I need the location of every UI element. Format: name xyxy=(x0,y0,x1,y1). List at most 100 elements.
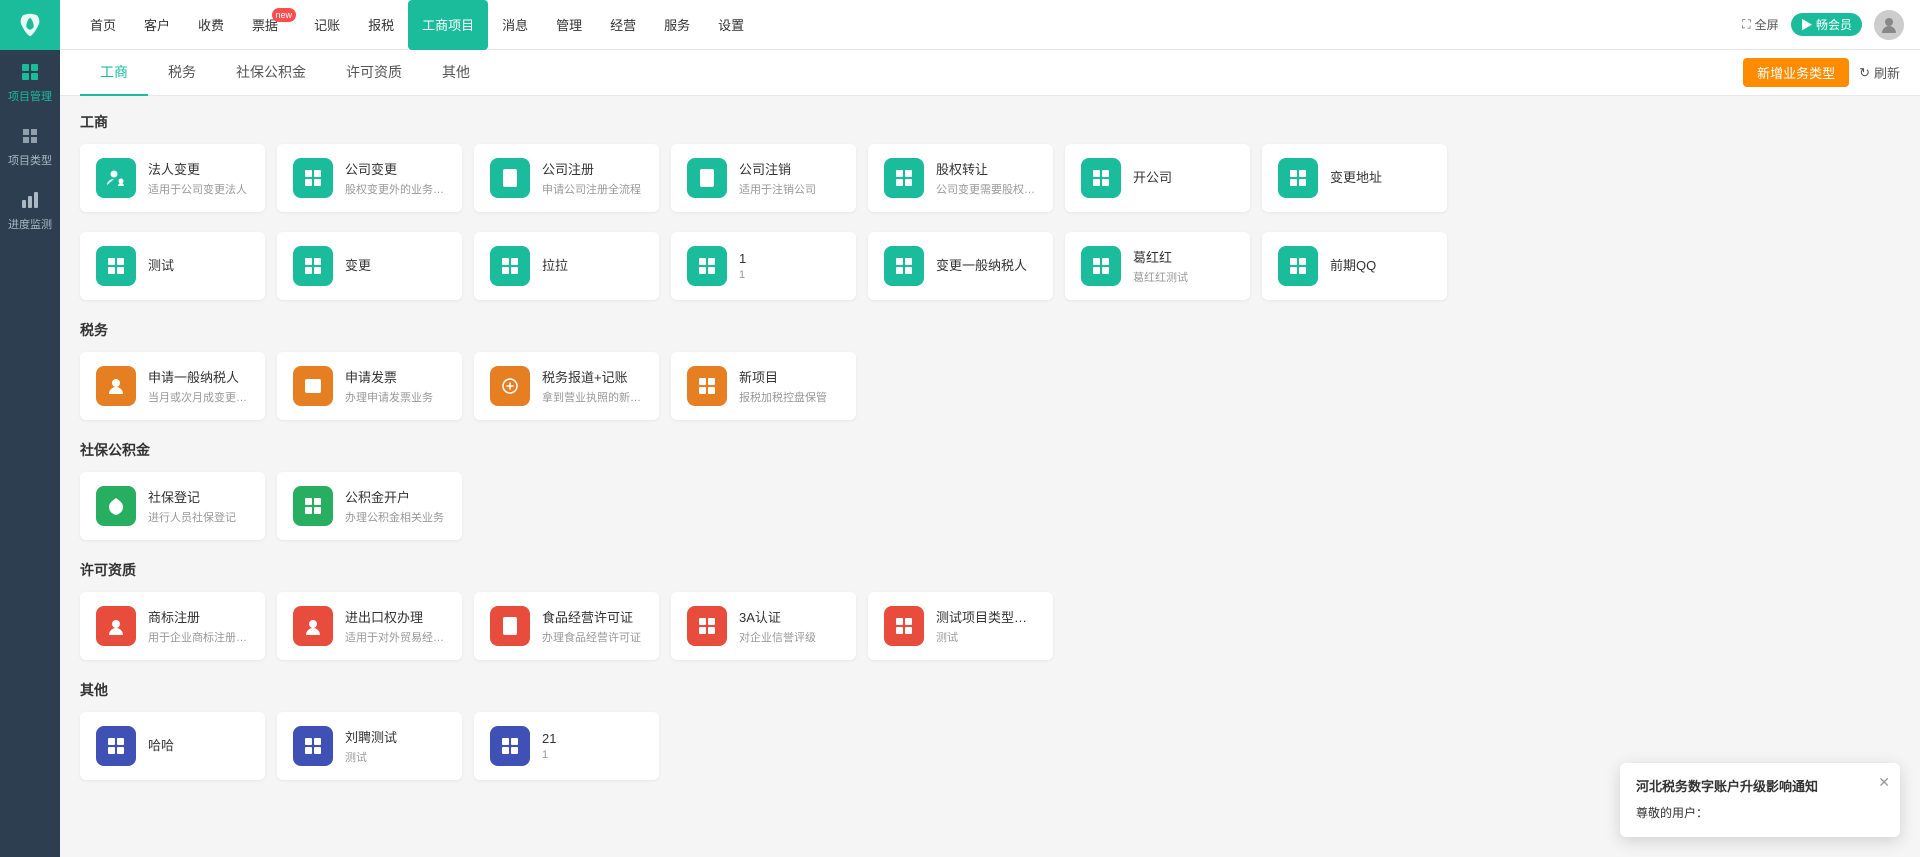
card-icon-test-type xyxy=(884,606,924,646)
card-name-apply-taxpayer: 申请一般纳税人 xyxy=(148,367,249,386)
card-change-address[interactable]: 变更地址 xyxy=(1262,144,1447,212)
cards-grid-tax: 申请一般纳税人 当月或次月成变更完成 申请发票 办理申请发票业务 xyxy=(80,352,1900,420)
card-equity-transfer[interactable]: 股权转让 公司变更需要股权转让 xyxy=(868,144,1053,212)
card-icon-new-project xyxy=(687,366,727,406)
card-lala[interactable]: 拉拉 xyxy=(474,232,659,300)
logo[interactable] xyxy=(0,0,60,50)
sidebar-item-project-type[interactable]: 项目类型 xyxy=(0,114,60,178)
card-icon-change xyxy=(293,246,333,286)
card-info-open-company: 开公司 xyxy=(1133,167,1234,189)
card-trademark[interactable]: 商标注册 用于企业商标注册服务 xyxy=(80,592,265,660)
card-info-company-cancel: 公司注销 适用于注销公司 xyxy=(739,159,840,197)
card-mahong[interactable]: 葛红红 葛红红测试 xyxy=(1065,232,1250,300)
card-haha[interactable]: 哈哈 xyxy=(80,712,265,780)
avatar[interactable] xyxy=(1874,10,1904,40)
fullscreen-btn[interactable]: ⛶ 全屏 xyxy=(1742,16,1778,33)
card-icon-test xyxy=(96,246,136,286)
tab-license[interactable]: 许可资质 xyxy=(326,51,422,96)
tabs-right: 新增业务类型 ↻ 刷新 xyxy=(1743,58,1900,87)
card-tax-report[interactable]: 税务报道+记账 拿到营业执照的新公司 xyxy=(474,352,659,420)
card-import-export[interactable]: 进出口权办理 适用于对外贸易经营者 xyxy=(277,592,462,660)
card-icon-company-cancel xyxy=(687,158,727,198)
scroll-content: 工商 法人变更 适用于公司变更法人 xyxy=(60,96,1920,816)
nav-tax[interactable]: 报税 xyxy=(354,0,408,50)
card-desc-fund-open: 办理公积金相关业务 xyxy=(345,509,446,525)
page-content: 工商 税务 社保公积金 许可资质 其他 新增业务类型 ↻ 刷新 工商 xyxy=(60,50,1920,857)
section-title-other: 其他 xyxy=(80,680,1900,700)
notification-title: 河北税务数字账户升级影响通知 xyxy=(1636,777,1884,798)
card-desc-legal-change: 适用于公司变更法人 xyxy=(148,181,249,197)
nav-operation[interactable]: 经营 xyxy=(596,0,650,50)
card-3a-cert[interactable]: 3A认证 对企业信誉评级 xyxy=(671,592,856,660)
card-icon-apply-invoice xyxy=(293,366,333,406)
card-social-reg[interactable]: 社保登记 进行人员社保登记 xyxy=(80,472,265,540)
nav-accounting[interactable]: 记账 xyxy=(300,0,354,50)
nav-home[interactable]: 首页 xyxy=(76,0,130,50)
card-company-cancel[interactable]: 公司注销 适用于注销公司 xyxy=(671,144,856,212)
card-icon-lala xyxy=(490,246,530,286)
card-test[interactable]: 测试 xyxy=(80,232,265,300)
card-liupeng-test[interactable]: 刘聘测试 测试 xyxy=(277,712,462,780)
nav-business[interactable]: 工商项目 xyxy=(408,0,488,50)
nav-message[interactable]: 消息 xyxy=(488,0,542,50)
card-info-change-address: 变更地址 xyxy=(1330,167,1431,189)
card-legal-change[interactable]: 法人变更 适用于公司变更法人 xyxy=(80,144,265,212)
sidebar-item-progress[interactable]: 进度监测 xyxy=(0,178,60,242)
card-info-company-change: 公司变更 股权变更外的业务变更 xyxy=(345,159,446,197)
card-name-trademark: 商标注册 xyxy=(148,607,249,626)
card-desc-company-cancel: 适用于注销公司 xyxy=(739,181,840,197)
main-area: 首页 客户 收费 票据 new 记账 报税 工商项目 消息 管理 经营 服务 设… xyxy=(60,0,1920,857)
card-num1[interactable]: 1 1 xyxy=(671,232,856,300)
nav-manage[interactable]: 管理 xyxy=(542,0,596,50)
new-type-button[interactable]: 新增业务类型 xyxy=(1743,58,1849,87)
card-company-reg[interactable]: 公司注册 申请公司注册全流程 xyxy=(474,144,659,212)
ticket-badge: new xyxy=(272,8,297,22)
card-name-3a-cert: 3A认证 xyxy=(739,607,840,626)
nav-ticket[interactable]: 票据 new xyxy=(238,0,300,50)
tab-social[interactable]: 社保公积金 xyxy=(216,51,326,96)
card-icon-apply-taxpayer xyxy=(96,366,136,406)
card-company-change[interactable]: 公司变更 股权变更外的业务变更 xyxy=(277,144,462,212)
card-food-license[interactable]: 食品经营许可证 办理食品经营许可证 xyxy=(474,592,659,660)
tab-tax[interactable]: 税务 xyxy=(148,51,216,96)
nav-collection[interactable]: 收费 xyxy=(184,0,238,50)
notification-close[interactable]: ✕ xyxy=(1878,771,1890,793)
refresh-button[interactable]: ↻ 刷新 xyxy=(1859,63,1900,82)
card-info-new-project: 新项目 报税加税控盘保管 xyxy=(739,367,840,405)
tab-business[interactable]: 工商 xyxy=(80,51,148,96)
card-info-haha: 哈哈 xyxy=(148,735,249,757)
card-info-num21: 21 1 xyxy=(542,731,643,761)
card-info-test-type: 测试项目类型目定义 测试 xyxy=(936,607,1037,645)
tab-other[interactable]: 其他 xyxy=(422,51,490,96)
card-name-legal-change: 法人变更 xyxy=(148,159,249,178)
card-name-equity-transfer: 股权转让 xyxy=(936,159,1037,178)
nav-settings[interactable]: 设置 xyxy=(704,0,758,50)
vip-btn[interactable]: ▶ 畅会员 xyxy=(1791,13,1862,36)
card-icon-change-address xyxy=(1278,158,1318,198)
card-icon-num21 xyxy=(490,726,530,766)
card-icon-3a-cert xyxy=(687,606,727,646)
card-fund-open[interactable]: 公积金开户 办理公积金相关业务 xyxy=(277,472,462,540)
sidebar: 项目管理 项目类型 进度监测 xyxy=(0,0,60,857)
card-desc-num21: 1 xyxy=(542,749,643,761)
card-open-company[interactable]: 开公司 xyxy=(1065,144,1250,212)
card-name-test: 测试 xyxy=(148,255,249,274)
card-apply-invoice[interactable]: 申请发票 办理申请发票业务 xyxy=(277,352,462,420)
sidebar-item-project-mgmt[interactable]: 项目管理 xyxy=(0,50,60,114)
card-change[interactable]: 变更 xyxy=(277,232,462,300)
card-desc-3a-cert: 对企业信誉评级 xyxy=(739,629,840,645)
card-info-3a-cert: 3A认证 对企业信誉评级 xyxy=(739,607,840,645)
card-desc-liupeng-test: 测试 xyxy=(345,749,446,765)
card-test-type[interactable]: 测试项目类型目定义 测试 xyxy=(868,592,1053,660)
card-name-fund-open: 公积金开户 xyxy=(345,487,446,506)
card-info-test: 测试 xyxy=(148,255,249,277)
card-name-num1: 1 xyxy=(739,251,840,266)
card-qq[interactable]: 前期QQ xyxy=(1262,232,1447,300)
card-change-taxpayer[interactable]: 变更一般纳税人 xyxy=(868,232,1053,300)
nav-customer[interactable]: 客户 xyxy=(130,0,184,50)
card-apply-taxpayer[interactable]: 申请一般纳税人 当月或次月成变更完成 xyxy=(80,352,265,420)
card-new-project[interactable]: 新项目 报税加税控盘保管 xyxy=(671,352,856,420)
nav-service[interactable]: 服务 xyxy=(650,0,704,50)
card-num21[interactable]: 21 1 xyxy=(474,712,659,780)
card-desc-num1: 1 xyxy=(739,269,840,281)
